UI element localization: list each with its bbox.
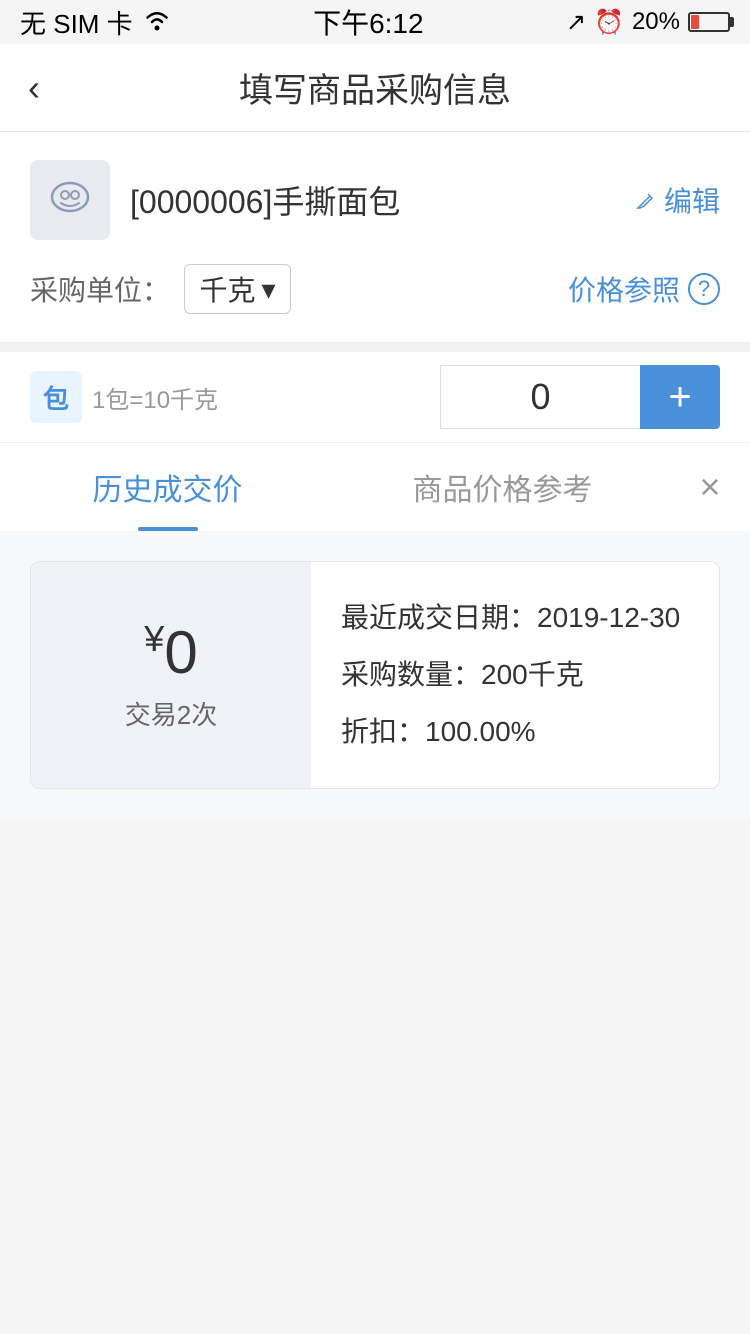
tab-product-label: 商品价格参考 [413, 465, 593, 509]
quantity-unit-info: 包 1包=10千克 [30, 371, 218, 423]
discount-label: 折扣： [341, 716, 425, 747]
recent-date-value: 2019-12-30 [537, 602, 680, 633]
history-card: ¥0 交易2次 最近成交日期：2019-12-30 采购数量：200千克 折扣：… [30, 561, 720, 789]
discount-row: 折扣：100.00% [341, 712, 689, 751]
recent-date-label: 最近成交日期： [341, 602, 537, 633]
quantity-plus-button[interactable]: + [640, 365, 720, 429]
tab-close-button[interactable]: × [670, 466, 750, 508]
tab-history-label: 历史成交价 [93, 465, 243, 509]
transaction-count: 交易2次 [125, 695, 217, 732]
history-content: ¥0 交易2次 最近成交日期：2019-12-30 采购数量：200千克 折扣：… [0, 531, 750, 819]
help-icon[interactable]: ? [688, 273, 720, 305]
quantity-section: 包 1包=10千克 + [0, 352, 750, 442]
battery-percent: 20% [632, 8, 680, 36]
product-name: [0000006]手撕面包 [130, 177, 400, 223]
unit-select[interactable]: 千克 ▾ [184, 264, 290, 314]
currency-symbol: ¥ [144, 618, 164, 659]
recent-date-row: 最近成交日期：2019-12-30 [341, 598, 689, 637]
purchase-qty-value: 200千克 [481, 659, 584, 690]
purchase-qty-row: 采购数量：200千克 [341, 655, 689, 694]
dropdown-icon: ▾ [261, 273, 275, 306]
battery-icon [688, 12, 730, 32]
purchase-qty-label: 采购数量： [341, 659, 481, 690]
unit-value: 千克 [199, 269, 255, 309]
edit-label: 编辑 [664, 180, 720, 220]
unit-row-left: 采购单位： 千克 ▾ [30, 264, 291, 314]
price-ref-button[interactable]: 价格参照 ? [568, 269, 720, 309]
status-right: ↗ ⏰ 20% [566, 8, 730, 37]
tab-product-price[interactable]: 商品价格参考 [335, 443, 670, 531]
unit-badge: 包 [30, 371, 82, 423]
tabs-section: 历史成交价 商品价格参考 × ¥0 交易2次 最近成交日期：2019-12-30… [0, 442, 750, 819]
unit-sub-label: 1包=10千克 [92, 380, 218, 415]
history-details-right: 最近成交日期：2019-12-30 采购数量：200千克 折扣：100.00% [311, 562, 719, 788]
product-unit-row: 采购单位： 千克 ▾ 价格参照 ? [30, 264, 720, 314]
status-time: 下午6:12 [313, 2, 424, 42]
history-price-display: ¥0 [144, 618, 197, 687]
status-left: 无 SIM 卡 [20, 4, 171, 41]
alarm-icon: ⏰ [594, 8, 624, 37]
location-icon: ↗ [566, 8, 586, 37]
tab-history-price[interactable]: 历史成交价 [0, 443, 335, 531]
nav-bar: ‹ 填写商品采购信息 [0, 44, 750, 132]
page-title: 填写商品采购信息 [239, 63, 511, 112]
discount-value: 100.00% [425, 716, 536, 747]
product-left: [0000006]手撕面包 [30, 160, 400, 240]
status-bar: 无 SIM 卡 下午6:12 ↗ ⏰ 20% [0, 0, 750, 44]
tabs-header: 历史成交价 商品价格参考 × [0, 443, 750, 531]
wifi-icon [143, 7, 171, 38]
price-ref-label: 价格参照 [568, 269, 680, 309]
history-price-left: ¥0 交易2次 [31, 562, 311, 788]
divider [0, 342, 750, 352]
unit-label: 采购单位： [30, 275, 170, 306]
edit-button[interactable]: 编辑 [634, 180, 720, 220]
product-header: [0000006]手撕面包 编辑 [30, 160, 720, 240]
quantity-controls: + [440, 365, 720, 429]
product-thumbnail [30, 160, 110, 240]
quantity-input[interactable] [440, 365, 640, 429]
product-section: [0000006]手撕面包 编辑 采购单位： 千克 ▾ 价格参照 ? [0, 132, 750, 342]
price-value: 0 [164, 619, 197, 686]
signal-text: 无 SIM 卡 [20, 4, 133, 41]
back-button[interactable]: ‹ [28, 67, 40, 109]
